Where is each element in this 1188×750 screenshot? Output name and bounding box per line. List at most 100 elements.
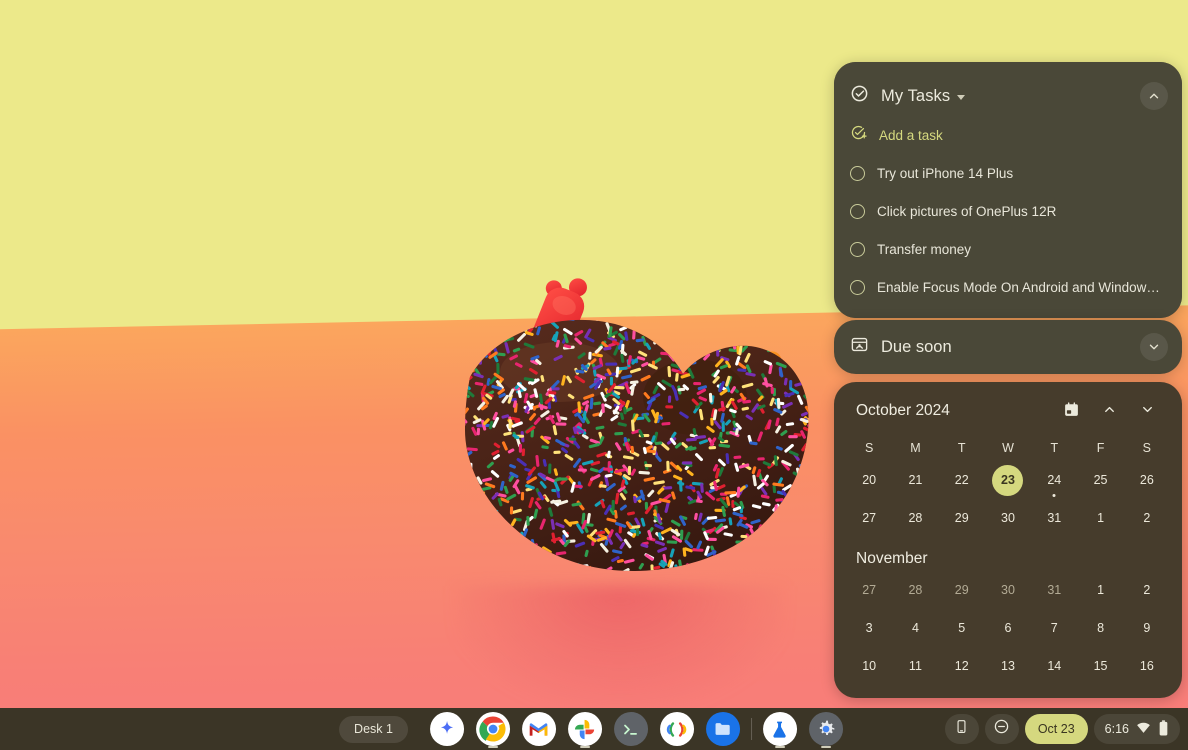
calendar-day-cell[interactable]: 4 <box>892 612 938 644</box>
calendar-day-cell[interactable]: 9 <box>1124 612 1170 644</box>
calendar-day-number[interactable]: 1 <box>1085 503 1116 534</box>
calendar-day-number[interactable]: 29 <box>946 503 977 534</box>
task-checkbox[interactable] <box>850 279 865 295</box>
calendar-day-number[interactable]: 5 <box>946 613 977 644</box>
calendar-day-number[interactable]: 8 <box>1085 613 1116 644</box>
calendar-day-cell[interactable]: 29 <box>939 502 985 534</box>
shelf-app-gmail[interactable] <box>516 708 562 750</box>
calendar-day-cell[interactable]: 10 <box>846 650 892 682</box>
calendar-day-cell[interactable]: 31 <box>1031 574 1077 606</box>
calendar-day-number[interactable]: 13 <box>992 651 1023 682</box>
calendar-day-number[interactable]: 28 <box>900 503 931 534</box>
calendar-day-cell[interactable]: 2 <box>1124 502 1170 534</box>
calendar-day-cell[interactable]: 29 <box>939 574 985 606</box>
calendar-day-cell[interactable]: 24 <box>1031 464 1077 497</box>
calendar-day-cell[interactable]: 16 <box>1124 650 1170 682</box>
caret-down-icon[interactable] <box>957 95 966 100</box>
due-soon-expand-button[interactable] <box>1140 333 1168 361</box>
calendar-day-cell[interactable]: 1 <box>1077 502 1123 534</box>
calendar-day-number[interactable]: 29 <box>946 575 977 606</box>
task-row[interactable]: Enable Focus Mode On Android and Windows… <box>834 268 1182 306</box>
calendar-date-button[interactable]: Oct 23 <box>1024 714 1088 744</box>
desk-switcher-button[interactable]: Desk 1 <box>339 715 408 743</box>
shelf-app-gemini[interactable] <box>424 708 470 750</box>
calendar-day-number[interactable]: 22 <box>946 465 977 496</box>
calendar-day-cell[interactable]: 1 <box>1077 574 1123 606</box>
due-soon-panel[interactable]: Due soon <box>834 320 1182 374</box>
calendar-day-number[interactable]: 27 <box>854 575 885 606</box>
shelf-app-settings[interactable] <box>803 708 849 750</box>
task-checkbox[interactable] <box>850 241 865 257</box>
calendar-day-cell[interactable]: 15 <box>1077 650 1123 682</box>
calendar-day-number[interactable]: 26 <box>1131 465 1162 496</box>
do-not-disturb-button[interactable] <box>984 714 1019 744</box>
tasks-panel-header[interactable]: My Tasks <box>834 76 1182 116</box>
calendar-day-number[interactable]: 28 <box>900 575 931 606</box>
calendar-day-number[interactable]: 31 <box>1039 575 1070 606</box>
task-checkbox[interactable] <box>850 203 865 219</box>
calendar-day-number[interactable]: 10 <box>854 651 885 682</box>
calendar-day-cell[interactable]: 2 <box>1124 574 1170 606</box>
calendar-day-number[interactable]: 9 <box>1131 613 1162 644</box>
calendar-day-cell[interactable]: 13 <box>985 650 1031 682</box>
calendar-day-number[interactable]: 31 <box>1039 503 1070 534</box>
calendar-day-number[interactable]: 12 <box>946 651 977 682</box>
calendar-day-cell[interactable]: 20 <box>846 464 892 496</box>
shelf-app-files[interactable] <box>700 708 746 750</box>
calendar-day-cell[interactable]: 26 <box>1124 464 1170 496</box>
calendar-day-number[interactable]: 6 <box>992 613 1023 644</box>
calendar-day-number[interactable]: 16 <box>1131 651 1162 682</box>
calendar-next-button[interactable] <box>1136 400 1158 422</box>
add-task-row[interactable]: Add a task <box>834 116 1182 154</box>
open-calendar-app-button[interactable] <box>1060 400 1082 422</box>
calendar-day-cell[interactable]: 21 <box>892 464 938 496</box>
calendar-day-cell[interactable]: 12 <box>939 650 985 682</box>
shelf-app-terminal[interactable] <box>608 708 654 750</box>
task-checkbox[interactable] <box>850 165 865 181</box>
task-row[interactable]: Try out iPhone 14 Plus <box>834 154 1182 192</box>
calendar-day-number[interactable]: 3 <box>854 613 885 644</box>
calendar-day-cell[interactable]: 5 <box>939 612 985 644</box>
calendar-day-cell[interactable]: 27 <box>846 574 892 606</box>
calendar-prev-button[interactable] <box>1098 400 1120 422</box>
calendar-day-number[interactable]: 24 <box>1039 465 1070 496</box>
calendar-day-cell[interactable]: 28 <box>892 502 938 534</box>
calendar-day-cell[interactable]: 11 <box>892 650 938 682</box>
tasks-collapse-button[interactable] <box>1140 82 1168 110</box>
calendar-day-cell[interactable]: 7 <box>1031 612 1077 644</box>
calendar-day-number[interactable]: 2 <box>1131 503 1162 534</box>
calendar-day-cell[interactable]: 27 <box>846 502 892 534</box>
system-tray-button[interactable]: 6:16 <box>1093 714 1180 744</box>
calendar-day-cell[interactable]: 6 <box>985 612 1031 644</box>
shelf-app-photos[interactable] <box>562 708 608 750</box>
calendar-day-number[interactable]: 30 <box>992 503 1023 534</box>
calendar-day-number[interactable]: 14 <box>1039 651 1070 682</box>
phone-hub-button[interactable] <box>944 714 979 744</box>
shelf-app-beaker[interactable] <box>757 708 803 750</box>
calendar-day-number[interactable]: 27 <box>854 503 885 534</box>
calendar-day-number[interactable]: 7 <box>1039 613 1070 644</box>
calendar-day-today[interactable]: 23 <box>992 464 1024 496</box>
task-row[interactable]: Click pictures of OnePlus 12R <box>834 192 1182 230</box>
task-row[interactable]: Transfer money <box>834 230 1182 268</box>
calendar-day-number[interactable]: 30 <box>992 575 1023 606</box>
calendar-day-cell[interactable]: 30 <box>985 502 1031 534</box>
calendar-day-cell[interactable]: 14 <box>1031 650 1077 682</box>
calendar-day-number[interactable]: 1 <box>1085 575 1116 606</box>
calendar-day-cell[interactable]: 28 <box>892 574 938 606</box>
shelf-app-chrome[interactable] <box>470 708 516 750</box>
calendar-day-cell[interactable]: 22 <box>939 464 985 496</box>
calendar-day-cell[interactable]: 8 <box>1077 612 1123 644</box>
calendar-day-number[interactable]: 21 <box>900 465 931 496</box>
calendar-day-number[interactable]: 2 <box>1131 575 1162 606</box>
shelf-app-meet[interactable] <box>654 708 700 750</box>
calendar-day-cell[interactable]: 30 <box>985 574 1031 606</box>
calendar-day-cell[interactable]: 31 <box>1031 502 1077 534</box>
calendar-day-number[interactable]: 4 <box>900 613 931 644</box>
calendar-day-number[interactable]: 25 <box>1085 465 1116 496</box>
calendar-day-number[interactable]: 20 <box>854 465 885 496</box>
calendar-day-cell[interactable]: 3 <box>846 612 892 644</box>
calendar-day-number[interactable]: 15 <box>1085 651 1116 682</box>
calendar-day-cell[interactable]: 25 <box>1077 464 1123 496</box>
calendar-day-cell[interactable]: 23 <box>985 464 1031 496</box>
